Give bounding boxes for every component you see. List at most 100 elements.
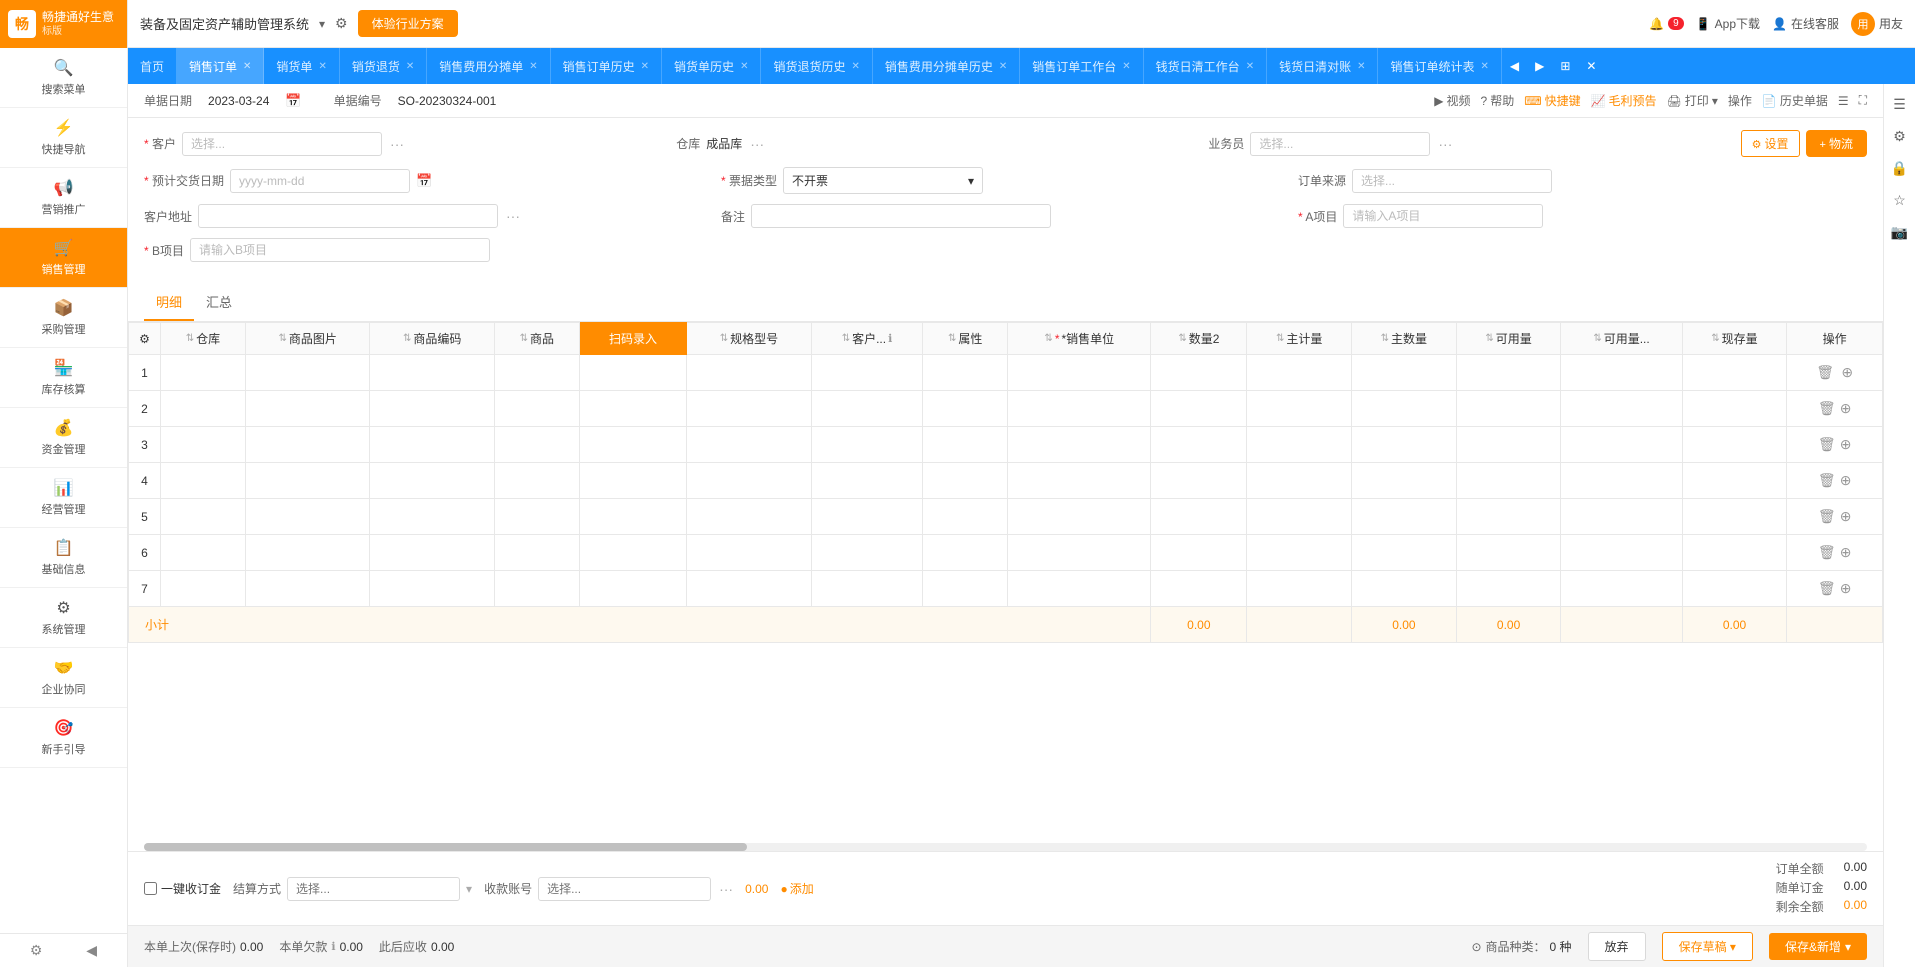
tab-close-icon[interactable]: ✕ [851, 61, 859, 72]
discard-btn[interactable]: 放弃 [1588, 932, 1646, 961]
profit-btn[interactable]: 📈 毛利预告 [1591, 92, 1657, 109]
tab-daily-reconcile[interactable]: 钱货日清对账 ✕ [1267, 48, 1378, 84]
draft-dropdown-icon[interactable]: ▾ [1730, 940, 1736, 954]
save-new-btn[interactable]: 保存&新增 ▾ [1769, 933, 1867, 960]
tab-prev-btn[interactable]: ◀ [1502, 59, 1527, 73]
tab-close-all-btn[interactable]: ✕ [1578, 59, 1604, 73]
customer-more-icon[interactable]: ··· [390, 136, 404, 152]
payment-input[interactable] [287, 877, 460, 901]
layout-toggle-btn[interactable]: ☰ [1838, 94, 1849, 108]
b-project-input[interactable] [190, 238, 490, 262]
customer-input[interactable] [182, 132, 382, 156]
sidebar-item-purchase[interactable]: 📦 采购管理 [0, 288, 127, 348]
sidebar-item-enterprise[interactable]: 🤝 企业协同 [0, 648, 127, 708]
tab-sales-return[interactable]: 销货退货 ✕ [340, 48, 427, 84]
tab-sales-bill[interactable]: 销货单 ✕ [264, 48, 339, 84]
tab-close-icon[interactable]: ✕ [641, 61, 649, 72]
delivery-date-input[interactable] [230, 169, 410, 193]
goods-count-icon[interactable]: ⊙ [1471, 940, 1481, 954]
tab-expense-history[interactable]: 销售费用分摊单历史 ✕ [873, 48, 1020, 84]
right-panel-star-btn[interactable]: ☆ [1888, 188, 1912, 212]
address-more-icon[interactable]: ··· [506, 208, 520, 224]
right-panel-scan-btn[interactable]: 📷 [1888, 220, 1912, 244]
delete-row-btn[interactable]: 🗑 [1818, 544, 1836, 560]
tab-expand-btn[interactable]: ⊞ [1552, 59, 1578, 73]
settings-icon[interactable]: ⚙ [335, 15, 348, 32]
horizontal-scrollbar[interactable] [144, 843, 1867, 851]
delete-row-btn[interactable]: 🗑 [1818, 472, 1836, 488]
sidebar-item-quick-nav[interactable]: ⚡ 快捷导航 [0, 108, 127, 168]
sidebar-collapse-icon[interactable]: ◀ [86, 942, 97, 959]
print-btn[interactable]: 🖨 打印 ▾ [1667, 92, 1718, 109]
history-bills-btn[interactable]: 📄 历史单据 [1762, 92, 1828, 109]
tab-next-btn[interactable]: ▶ [1527, 59, 1552, 73]
video-btn[interactable]: ▶ 视频 [1434, 92, 1470, 109]
tab-sales-bill-history[interactable]: 销货单历史 ✕ [662, 48, 761, 84]
tab-sales-expense[interactable]: 销售费用分摊单 ✕ [427, 48, 550, 84]
copy-row-btn[interactable]: ⊕ [1841, 364, 1853, 380]
copy-row-btn[interactable]: ⊕ [1840, 508, 1852, 524]
staff-input[interactable] [1250, 132, 1430, 156]
account-input[interactable] [538, 877, 711, 901]
delete-row-btn[interactable]: 🗑 [1818, 436, 1836, 452]
tab-close-icon[interactable]: ✕ [1481, 61, 1489, 72]
right-panel-settings-btn[interactable]: ⚙ [1888, 124, 1912, 148]
sidebar-item-base-info[interactable]: 📋 基础信息 [0, 528, 127, 588]
sidebar-item-marketing[interactable]: 📢 营销推广 [0, 168, 127, 228]
calendar-icon[interactable]: 📅 [285, 93, 301, 109]
account-more-icon[interactable]: ··· [719, 881, 733, 897]
sidebar-item-sales[interactable]: 🛒 销售管理 [0, 228, 127, 288]
tab-stats[interactable]: 销售订单统计表 ✕ [1378, 48, 1501, 84]
tab-close-icon[interactable]: ✕ [1122, 61, 1130, 72]
user-menu[interactable]: 用 用友 [1851, 12, 1903, 36]
tab-close-icon[interactable]: ✕ [999, 61, 1007, 72]
tab-close-icon[interactable]: ✕ [1246, 61, 1254, 72]
app-download-btn[interactable]: 📱 App下载 [1696, 15, 1760, 32]
add-payment-btn[interactable]: ● 添加 [780, 880, 813, 897]
quick-order-check[interactable] [144, 882, 157, 895]
tab-close-icon[interactable]: ✕ [243, 61, 251, 72]
tab-home[interactable]: 首页 [128, 48, 177, 84]
sidebar-item-search[interactable]: 🔍 搜索菜单 [0, 48, 127, 108]
sidebar-item-operations[interactable]: 📊 经营管理 [0, 468, 127, 528]
copy-row-btn[interactable]: ⊕ [1840, 544, 1852, 560]
sidebar-item-capital[interactable]: 💰 资金管理 [0, 408, 127, 468]
payment-dropdown-icon[interactable]: ▾ [466, 882, 472, 896]
scrollbar-thumb[interactable] [144, 843, 747, 851]
system-dropdown-icon[interactable]: ▾ [319, 17, 325, 31]
th-settings[interactable]: ⚙ [129, 323, 161, 355]
copy-row-btn[interactable]: ⊕ [1840, 436, 1852, 452]
tab-close-icon[interactable]: ✕ [318, 61, 326, 72]
copy-row-btn[interactable]: ⊕ [1840, 472, 1852, 488]
operations-btn[interactable]: 操作 [1728, 92, 1752, 109]
order-source-input[interactable] [1352, 169, 1552, 193]
tab-order-workbench[interactable]: 销售订单工作台 ✕ [1020, 48, 1143, 84]
sidebar-item-system[interactable]: ⚙ 系统管理 [0, 588, 127, 648]
setup-btn[interactable]: ⚙ 设置 [1741, 130, 1800, 157]
invoice-type-select[interactable]: 不开票 ▾ [783, 167, 983, 194]
tab-close-icon[interactable]: ✕ [740, 61, 748, 72]
quick-order-checkbox[interactable]: 一键收订金 [144, 880, 221, 897]
tab-daily-workbench[interactable]: 钱货日清工作台 ✕ [1144, 48, 1267, 84]
help-btn[interactable]: ? 帮助 [1481, 92, 1515, 109]
current-credit-hint[interactable]: ℹ [331, 940, 335, 953]
tab-close-icon[interactable]: ✕ [406, 61, 414, 72]
online-support-btn[interactable]: 👤 在线客服 [1772, 15, 1839, 32]
sidebar-item-guide[interactable]: 🎯 新手引导 [0, 708, 127, 768]
copy-row-btn[interactable]: ⊕ [1840, 580, 1852, 596]
warehouse-more-icon[interactable]: ··· [750, 136, 764, 152]
sidebar-settings-icon[interactable]: ⚙ [30, 942, 43, 959]
address-input[interactable] [198, 204, 498, 228]
notifications-btn[interactable]: 🔔 9 [1649, 17, 1684, 31]
delete-row-btn[interactable]: 🗑 [1818, 580, 1836, 596]
sidebar-item-inventory[interactable]: 🏪 库存核算 [0, 348, 127, 408]
save-draft-btn[interactable]: 保存草稿 ▾ [1662, 932, 1753, 961]
tab-detail[interactable]: 明细 [144, 284, 194, 321]
tab-return-history[interactable]: 销货退货历史 ✕ [761, 48, 872, 84]
tab-sales-order-history[interactable]: 销售订单历史 ✕ [551, 48, 662, 84]
note-input[interactable] [751, 204, 1051, 228]
add-logistics-btn[interactable]: + 物流 [1806, 130, 1868, 157]
right-panel-lock-btn[interactable]: 🔒 [1888, 156, 1912, 180]
a-project-input[interactable] [1343, 204, 1543, 228]
tab-sales-order[interactable]: 销售订单 ✕ [177, 48, 264, 84]
